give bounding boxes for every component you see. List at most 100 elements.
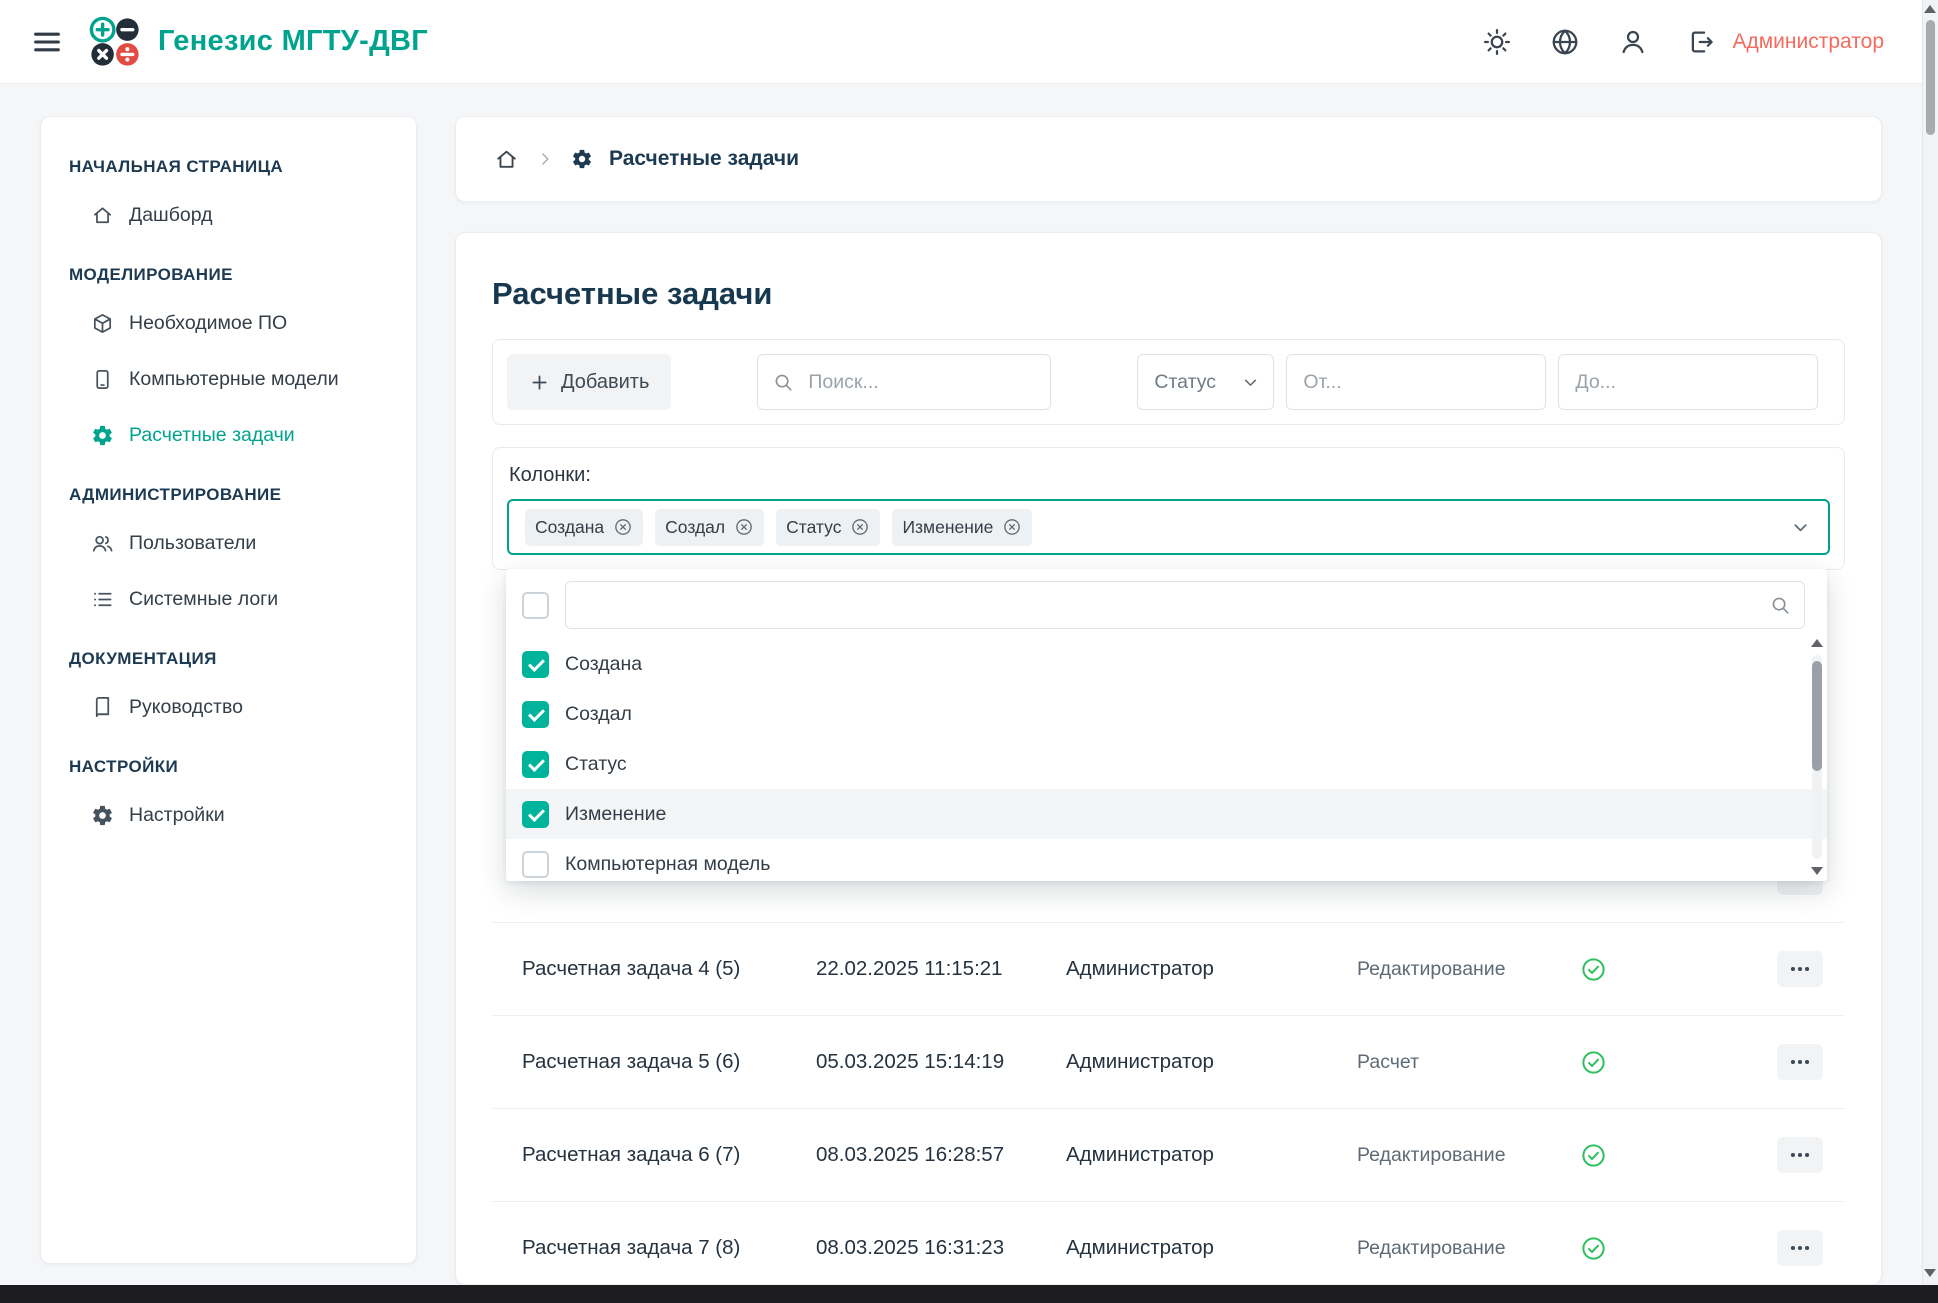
scroll-down-icon[interactable]: [1811, 867, 1823, 875]
option-checkbox[interactable]: [522, 850, 549, 878]
column-chip: Создана: [525, 508, 644, 546]
columns-multiselect[interactable]: Создана Создал Статус Изменение: [507, 499, 1830, 555]
book-icon: [91, 696, 114, 719]
dots-icon: [1787, 956, 1813, 982]
tasks-gear-icon: [571, 148, 593, 170]
sidebar-item-manual[interactable]: Руководство: [67, 679, 390, 735]
sidebar-section-title: НАСТРОЙКИ: [69, 757, 179, 776]
language-icon[interactable]: [1550, 27, 1580, 57]
dropdown-search-row: [506, 569, 1827, 639]
task-created: 08.03.2025 16:28:57: [816, 1143, 1005, 1166]
dropdown-scrollbar[interactable]: [1809, 639, 1825, 875]
menu-icon[interactable]: [30, 25, 64, 59]
chevron-right-icon: [535, 149, 555, 169]
top-bar: Генезис МГТУ-ДВГ Администратор: [0, 0, 1938, 84]
option-checkbox[interactable]: [522, 700, 549, 728]
sidebar-item-label: Расчетные задачи: [129, 424, 295, 446]
sidebar-item-label: Настройки: [129, 804, 225, 826]
sidebar-item-dashboard[interactable]: Дашборд: [67, 187, 390, 243]
column-chip-label: Статус: [786, 516, 842, 537]
columns-dropdown: Создана Создал Статус Изменение Компьютерная…: [506, 569, 1827, 881]
option-checkbox[interactable]: [522, 800, 549, 828]
option-checkbox[interactable]: [522, 650, 549, 678]
sidebar-item-settings[interactable]: Настройки: [67, 787, 390, 843]
sidebar-section-title: ДОКУМЕНТАЦИЯ: [69, 649, 217, 668]
task-created: 08.03.2025 16:31:23: [816, 1236, 1005, 1259]
sidebar-item-system-logs[interactable]: Системные логи: [67, 571, 390, 627]
task-author: Администратор: [1066, 1143, 1214, 1166]
profile-icon[interactable]: [1618, 27, 1648, 57]
chevron-down-icon: [1240, 372, 1261, 393]
sidebar-item-label: Системные логи: [129, 588, 279, 610]
theme-toggle-icon[interactable]: [1482, 27, 1512, 57]
content-card: Расчетные задачи Добавить Статус Колонки…: [455, 232, 1882, 1295]
task-status: Редактирование: [1357, 1143, 1506, 1166]
search-icon: [1769, 594, 1791, 616]
task-status: Расчет: [1357, 1050, 1420, 1073]
scrollbar-thumb[interactable]: [1926, 20, 1935, 135]
dropdown-search-field: [565, 581, 1805, 629]
status-check-icon: [1580, 956, 1607, 983]
column-option[interactable]: Создал: [506, 689, 1827, 739]
date-from-input[interactable]: [1286, 354, 1547, 410]
option-label: Статус: [565, 752, 627, 775]
remove-column-icon[interactable]: [734, 517, 754, 537]
remove-column-icon[interactable]: [1002, 517, 1022, 537]
scroll-up-icon[interactable]: [1924, 5, 1936, 13]
column-option[interactable]: Создана: [506, 639, 1827, 689]
columns-search-input[interactable]: [565, 581, 1805, 629]
row-actions: [1773, 1137, 1845, 1173]
status-check-icon: [1580, 1235, 1607, 1262]
row-menu-button[interactable]: [1777, 1230, 1823, 1266]
status-filter-select[interactable]: Статус: [1137, 354, 1275, 410]
page-scrollbar[interactable]: [1922, 0, 1938, 1285]
home-icon[interactable]: [494, 147, 519, 172]
task-name: Расчетная задача 7 (8): [522, 1236, 741, 1259]
chevron-down-icon[interactable]: [1789, 516, 1812, 539]
table-body: Расчетная задача 4 (5) 22.02.2025 11:15:2…: [492, 831, 1845, 1295]
row-menu-button[interactable]: [1777, 951, 1823, 987]
sidebar-item-required-software[interactable]: Необходимое ПО: [67, 295, 390, 351]
user-role-label[interactable]: Администратор: [1732, 30, 1884, 54]
add-button-label: Добавить: [561, 370, 650, 393]
scroll-up-icon[interactable]: [1811, 639, 1823, 647]
date-to-input[interactable]: [1558, 354, 1819, 410]
add-button[interactable]: Добавить: [507, 354, 672, 410]
breadcrumb: Расчетные задачи: [455, 116, 1882, 202]
sidebar-item-calc-tasks[interactable]: Расчетные задачи: [67, 407, 390, 463]
package-icon: [91, 312, 114, 335]
header-icons: [1482, 27, 1716, 57]
selected-columns: Создана Создал Статус Изменение: [525, 508, 1033, 546]
column-option[interactable]: Статус: [506, 739, 1827, 789]
scrollbar-thumb[interactable]: [1812, 661, 1822, 771]
option-label: Компьютерная модель: [565, 852, 771, 875]
sidebar-item-label: Пользователи: [129, 532, 257, 554]
logout-icon[interactable]: [1686, 27, 1716, 57]
row-menu-button[interactable]: [1777, 1044, 1823, 1080]
columns-options: Создана Создал Статус Изменение Компьютерная…: [506, 639, 1827, 881]
column-option[interactable]: Компьютерная модель: [506, 839, 1827, 881]
task-name: Расчетная задача 6 (7): [522, 1143, 741, 1166]
page-title: Расчетные задачи: [492, 276, 773, 311]
horizontal-scrollbar[interactable]: [0, 1285, 1938, 1303]
row-actions: [1773, 1230, 1845, 1266]
task-author: Администратор: [1066, 1050, 1214, 1073]
sidebar-item-computer-models[interactable]: Компьютерные модели: [67, 351, 390, 407]
sidebar-item-label: Дашборд: [129, 204, 213, 226]
column-option[interactable]: Изменение: [506, 789, 1827, 839]
select-all-checkbox[interactable]: [522, 591, 549, 619]
dots-icon: [1787, 1142, 1813, 1168]
scroll-down-icon[interactable]: [1924, 1269, 1936, 1277]
column-chip: Изменение: [892, 508, 1033, 546]
breadcrumb-current[interactable]: Расчетные задачи: [609, 147, 799, 171]
sidebar-item-users[interactable]: Пользователи: [67, 515, 390, 571]
remove-column-icon[interactable]: [850, 517, 870, 537]
task-status: Редактирование: [1357, 1236, 1506, 1259]
row-menu-button[interactable]: [1777, 1137, 1823, 1173]
search-input[interactable]: [757, 354, 1052, 410]
column-chip: Статус: [776, 508, 881, 546]
sidebar-section-title: МОДЕЛИРОВАНИЕ: [69, 265, 233, 284]
option-checkbox[interactable]: [522, 750, 549, 778]
remove-column-icon[interactable]: [613, 517, 633, 537]
gear-icon: [91, 804, 114, 827]
